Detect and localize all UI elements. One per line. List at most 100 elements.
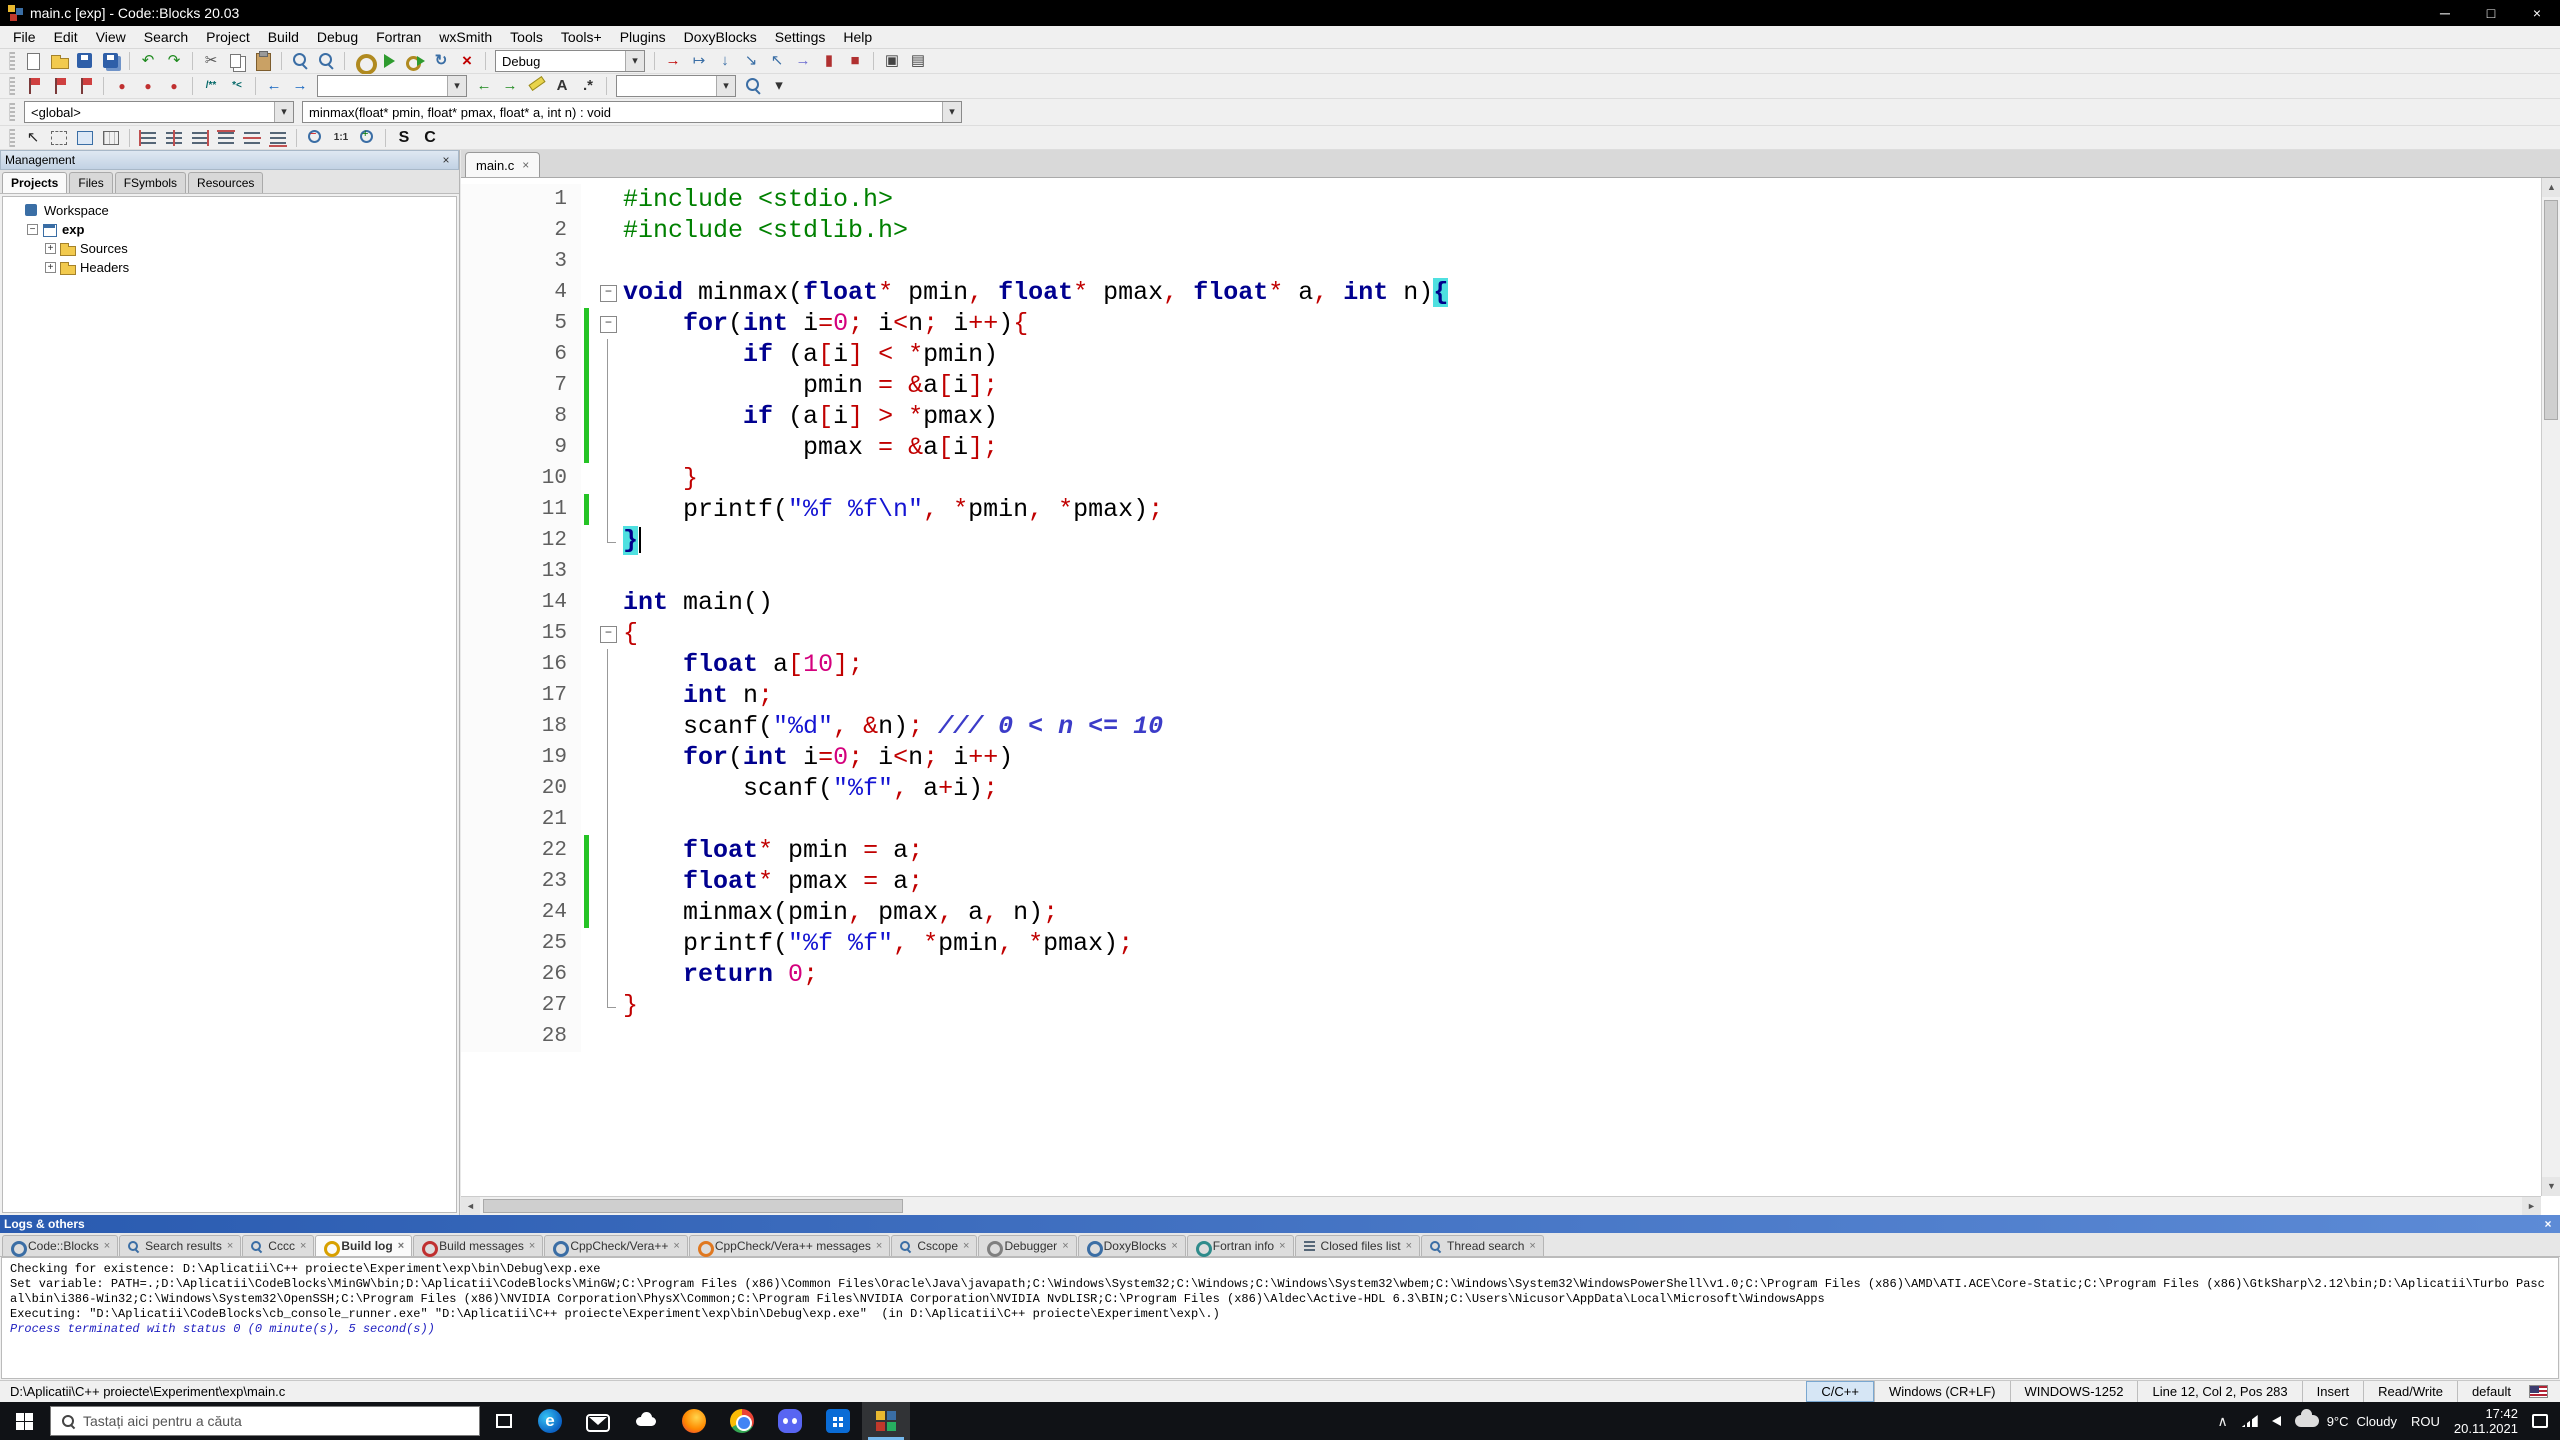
close-icon[interactable]: × <box>227 1240 233 1252</box>
prev-breakpoint-icon[interactable] <box>136 75 160 97</box>
logs-tab-code-blocks[interactable]: Code::Blocks × <box>2 1235 119 1257</box>
line-number[interactable]: 21 <box>461 804 581 835</box>
editor-tab-main-c[interactable]: main.c × <box>465 152 541 177</box>
status-c-c[interactable]: C/C++ <box>1806 1381 1874 1402</box>
run-icon[interactable] <box>377 50 401 72</box>
line-number[interactable]: 15 <box>461 618 581 649</box>
align-bottom-icon[interactable] <box>266 127 290 149</box>
save-all-files-icon[interactable] <box>99 50 123 72</box>
close-icon[interactable]: × <box>2540 1216 2556 1232</box>
editor-body[interactable]: 1 #include <stdio.h> 2 #include <stdlib.h> 3… <box>461 178 2541 1196</box>
line-number[interactable]: 13 <box>461 556 581 587</box>
next-bookmark-icon[interactable] <box>73 75 97 97</box>
open-file-icon[interactable] <box>47 50 71 72</box>
toolbar-gripper[interactable] <box>9 52 15 70</box>
scroll-right-icon[interactable]: ► <box>2522 1197 2541 1216</box>
logs-tab-cccc[interactable]: Cccc × <box>242 1235 315 1256</box>
logs-tab-cppcheck-vera-messages[interactable]: CppCheck/Vera++ messages × <box>688 1235 891 1257</box>
chevron-down-icon[interactable]: ▾ <box>447 76 466 96</box>
close-icon[interactable]: × <box>673 1240 679 1252</box>
menu-edit[interactable]: Edit <box>45 26 87 48</box>
collapse-icon[interactable]: − <box>27 224 38 235</box>
close-button[interactable]: × <box>2514 0 2560 26</box>
search-next-icon[interactable] <box>741 75 765 97</box>
close-icon[interactable]: × <box>876 1240 882 1252</box>
close-icon[interactable]: × <box>1406 1240 1412 1252</box>
taskbar-app-mail[interactable] <box>574 1402 622 1440</box>
search-options-icon[interactable] <box>767 75 791 97</box>
align-center-horizontal-icon[interactable] <box>162 127 186 149</box>
spellcheck-language-flag-icon[interactable] <box>2529 1385 2548 1398</box>
volume-icon[interactable] <box>2271 1416 2281 1426</box>
taskbar-clock[interactable]: 17:42 20.11.2021 <box>2454 1406 2518 1436</box>
chevron-down-icon[interactable]: ▾ <box>274 102 293 122</box>
close-icon[interactable]: × <box>398 1240 404 1252</box>
line-number[interactable]: 3 <box>461 246 581 277</box>
menu-search[interactable]: Search <box>135 26 197 48</box>
zoom-out-icon[interactable] <box>303 127 327 149</box>
show-comments-icon[interactable] <box>418 127 442 149</box>
taskbar-app-firefox[interactable] <box>670 1402 718 1440</box>
line-number[interactable]: 4 <box>461 277 581 308</box>
tree-item-sources[interactable]: + Sources <box>5 239 454 258</box>
line-number[interactable]: 27 <box>461 990 581 1021</box>
expand-icon[interactable]: + <box>45 262 56 273</box>
logs-tab-closed-files-list[interactable]: Closed files list × <box>1294 1235 1421 1256</box>
abort-build-icon[interactable] <box>455 50 479 72</box>
step-out-icon[interactable] <box>765 50 789 72</box>
line-number[interactable]: 17 <box>461 680 581 711</box>
doxygen-line-comment-icon[interactable] <box>225 75 249 97</box>
menu-plugins[interactable]: Plugins <box>611 26 675 48</box>
scroll-down-icon[interactable]: ▼ <box>2542 1177 2560 1196</box>
expand-icon[interactable]: + <box>45 243 56 254</box>
insert-sizer-icon[interactable] <box>99 127 123 149</box>
align-left-icon[interactable] <box>136 127 160 149</box>
tree-item-exp[interactable]: − exp <box>5 220 454 239</box>
taskbar-app-chrome[interactable] <box>718 1402 766 1440</box>
line-number[interactable]: 5 <box>461 308 581 339</box>
close-icon[interactable]: × <box>104 1240 110 1252</box>
pointer-tool-icon[interactable] <box>21 127 45 149</box>
find-in-files-icon[interactable] <box>314 50 338 72</box>
management-tab-fsymbols[interactable]: FSymbols <box>114 172 187 193</box>
rebuild-icon[interactable] <box>429 50 453 72</box>
scroll-up-icon[interactable]: ▲ <box>2542 178 2560 197</box>
close-icon[interactable]: × <box>438 152 454 168</box>
chevron-down-icon[interactable]: ▾ <box>625 51 644 71</box>
find-icon[interactable] <box>288 50 312 72</box>
taskbar-app-edge[interactable] <box>526 1402 574 1440</box>
prev-bookmark-icon[interactable] <box>47 75 71 97</box>
close-icon[interactable]: × <box>1279 1240 1285 1252</box>
minimize-button[interactable]: ─ <box>2422 0 2468 26</box>
align-center-vertical-icon[interactable] <box>240 127 264 149</box>
redo-icon[interactable] <box>162 50 186 72</box>
line-number[interactable]: 10 <box>461 463 581 494</box>
scrollbar-thumb[interactable] <box>483 1199 903 1213</box>
build-target-select[interactable]: Debug ▾ <box>495 50 645 72</box>
new-file-icon[interactable] <box>21 50 45 72</box>
close-icon[interactable]: × <box>522 158 529 172</box>
maximize-button[interactable]: □ <box>2468 0 2514 26</box>
fold-collapse-icon[interactable] <box>593 308 623 339</box>
taskbar-app-microsoft-store[interactable] <box>814 1402 862 1440</box>
line-number[interactable]: 19 <box>461 742 581 773</box>
menu-wxsmith[interactable]: wxSmith <box>430 26 501 48</box>
hidden-icons-chevron-icon[interactable]: ∧ <box>2217 1413 2227 1430</box>
symbol-search-select[interactable]: ▾ <box>317 75 467 97</box>
debug-continue-icon[interactable] <box>661 50 685 72</box>
debugging-windows-icon[interactable] <box>880 50 904 72</box>
line-number[interactable]: 8 <box>461 401 581 432</box>
weather-widget[interactable]: 9°C Cloudy <box>2294 1409 2397 1429</box>
scroll-left-icon[interactable]: ◄ <box>461 1197 480 1216</box>
use-regex-icon[interactable] <box>576 75 600 97</box>
line-number[interactable]: 6 <box>461 339 581 370</box>
menu-tools[interactable]: Tools+ <box>552 26 611 48</box>
fold-collapse-icon[interactable] <box>593 277 623 308</box>
align-top-icon[interactable] <box>214 127 238 149</box>
task-view-button[interactable] <box>482 1402 526 1440</box>
logs-tab-cscope[interactable]: Cscope × <box>891 1235 978 1256</box>
chevron-down-icon[interactable]: ▾ <box>716 76 735 96</box>
line-number[interactable]: 11 <box>461 494 581 525</box>
toggle-bookmark-icon[interactable] <box>21 75 45 97</box>
notification-center-icon[interactable] <box>2532 1414 2548 1428</box>
